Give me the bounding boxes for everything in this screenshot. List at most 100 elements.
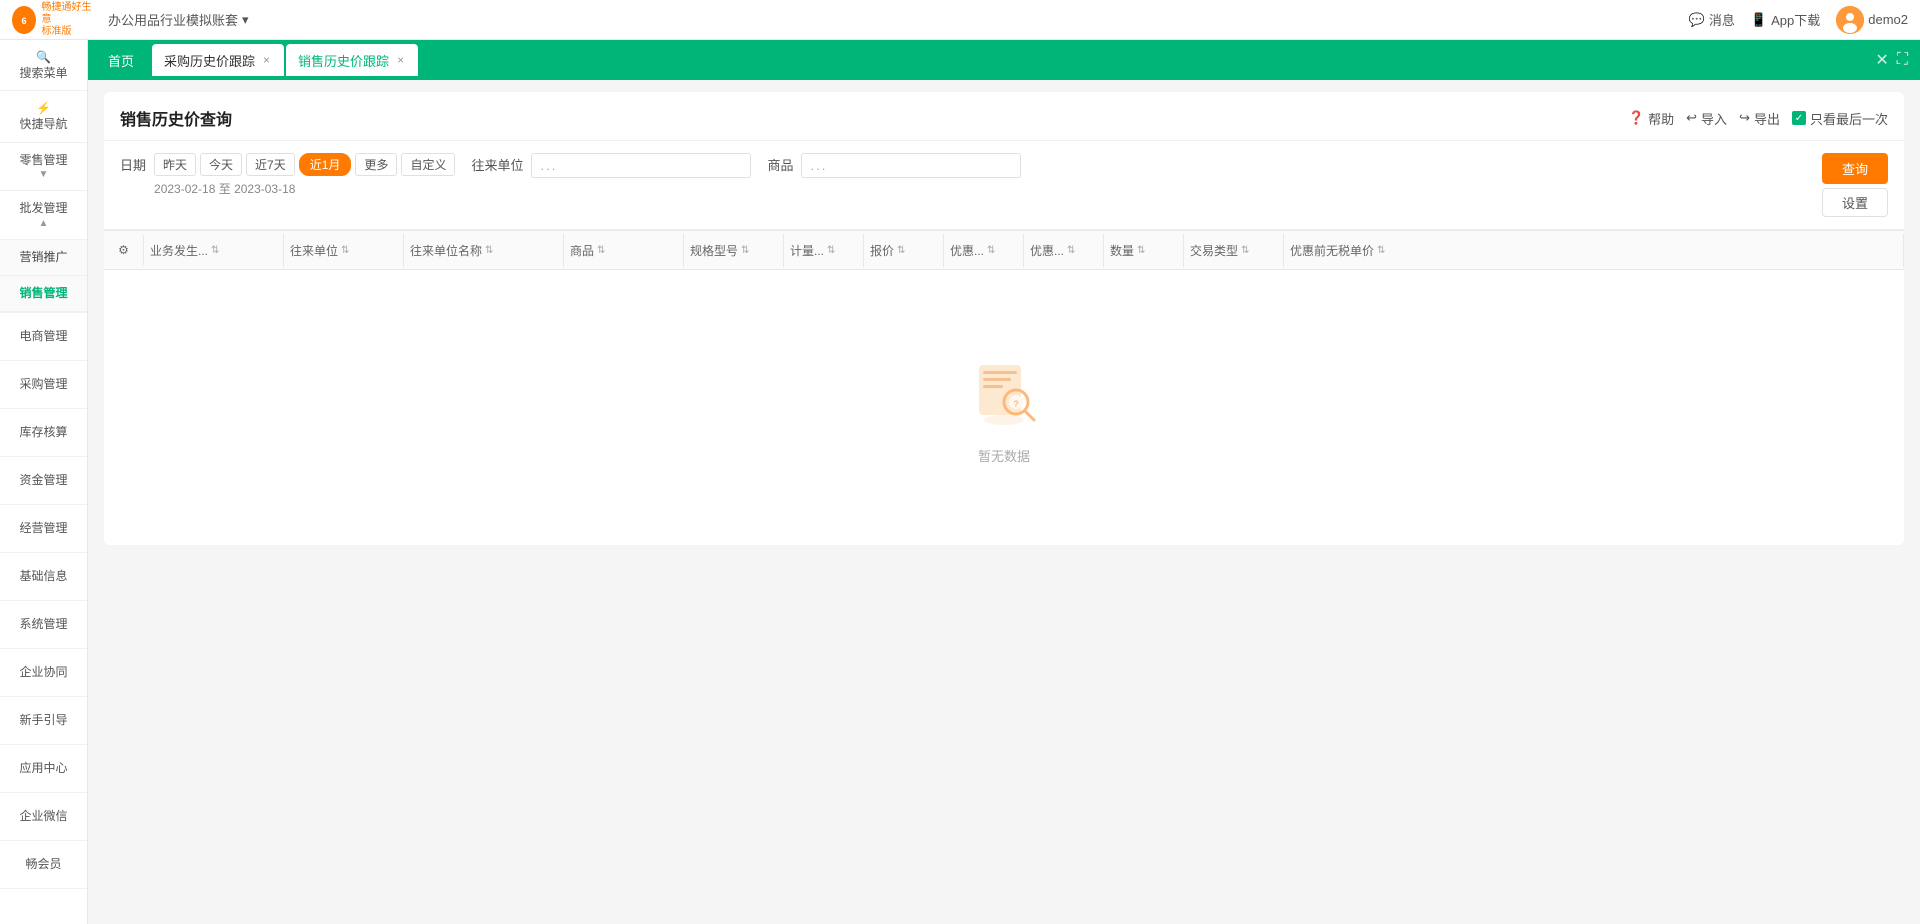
sort-icon-uom: ⇅ — [827, 245, 835, 256]
sidebar-item-finance[interactable]: 资金管理 — [0, 457, 87, 505]
sidebar-item-guide[interactable]: 新手引导 — [0, 697, 87, 745]
th-date[interactable]: 业务发生... ⇅ — [144, 234, 284, 267]
date-btn-custom[interactable]: 自定义 — [401, 153, 455, 176]
sort-icon-notax: ⇅ — [1377, 245, 1385, 256]
sidebar-item-search[interactable]: 🔍 搜索菜单 — [0, 40, 87, 91]
logo-text: 畅捷通好生意 标准版 — [42, 2, 92, 38]
sidebar-item-ecommerce[interactable]: 电商管理 — [0, 313, 87, 361]
tab-close-sales[interactable]: × — [395, 52, 406, 68]
sort-icon-discount1: ⇅ — [987, 245, 995, 256]
tab-home[interactable]: 首页 — [92, 44, 150, 76]
help-action[interactable]: ❓ 帮助 — [1628, 109, 1674, 128]
avatar — [1836, 6, 1864, 34]
main-layout: 🔍 搜索菜单 ⚡ 快捷导航 零售管理 ▼ 批发管理 ▲ 营销推广 销售管理 电商… — [0, 40, 1920, 924]
empty-illustration: ? — [964, 350, 1044, 430]
maximize-btn[interactable]: ⛶ — [1897, 51, 1908, 69]
chevron-down-icon: ▾ — [242, 12, 249, 28]
date-btn-more[interactable]: 更多 — [355, 153, 397, 176]
th-quantity[interactable]: 数量 ⇅ — [1104, 234, 1184, 267]
sidebar-item-retail[interactable]: 零售管理 ▼ — [0, 143, 87, 191]
th-discount1[interactable]: 优惠... ⇅ — [944, 234, 1024, 267]
th-discount2[interactable]: 优惠... ⇅ — [1024, 234, 1104, 267]
message-action[interactable]: 💬 消息 — [1689, 10, 1735, 29]
settings-button[interactable]: 设置 — [1822, 188, 1888, 217]
table-header: ⚙ 业务发生... ⇅ 往来单位 ⇅ 往来单位名称 ⇅ — [104, 230, 1904, 270]
app-download-action[interactable]: 📱 App下载 — [1751, 10, 1820, 29]
message-icon: 💬 — [1689, 12, 1705, 28]
date-buttons: 昨天 今天 近7天 近1月 更多 自定义 — [154, 153, 455, 176]
date-btn-today[interactable]: 今天 — [200, 153, 242, 176]
th-pretax-price[interactable]: 优惠前无税单价 ⇅ — [1284, 234, 1904, 267]
th-unit-code[interactable]: 往来单位 ⇅ — [284, 234, 404, 267]
import-action[interactable]: ↩ 导入 — [1686, 109, 1727, 128]
page-header-actions: ❓ 帮助 ↩ 导入 ↪ 导出 ✓ 只看最后一次 — [1628, 109, 1888, 128]
partner-input[interactable]: ... — [531, 153, 751, 178]
username: demo2 — [1868, 12, 1908, 27]
sort-icon-product: ⇅ — [597, 245, 605, 256]
only-last-checkbox-group[interactable]: ✓ 只看最后一次 — [1792, 109, 1888, 128]
th-gear[interactable]: ⚙ — [104, 235, 144, 265]
query-button[interactable]: 查询 — [1822, 153, 1888, 184]
sort-icon-price: ⇅ — [897, 245, 905, 256]
empty-state: ? 暂无数据 — [104, 270, 1904, 545]
sort-icon-unit-name: ⇅ — [485, 245, 493, 256]
sidebar-item-system[interactable]: 系统管理 — [0, 601, 87, 649]
sidebar-item-app-center[interactable]: 应用中心 — [0, 745, 87, 793]
sort-icon-spec: ⇅ — [741, 245, 749, 256]
sidebar-item-operations[interactable]: 经营管理 — [0, 505, 87, 553]
empty-text: 暂无数据 — [978, 446, 1030, 465]
gear-icon: ⚙ — [118, 243, 129, 257]
th-spec[interactable]: 规格型号 ⇅ — [684, 234, 784, 267]
export-icon: ↪ — [1739, 110, 1750, 126]
close-tab-btn[interactable]: ✕ — [1875, 50, 1888, 70]
partner-filter-group: 往来单位 ... — [471, 153, 751, 178]
th-uom[interactable]: 计量... ⇅ — [784, 234, 864, 267]
product-label: 商品 — [767, 153, 793, 174]
svg-text:?: ? — [1013, 399, 1019, 409]
sidebar-item-wholesale[interactable]: 批发管理 ▲ — [0, 191, 87, 239]
product-dots: ... — [810, 158, 827, 173]
filter-area: 日期 昨天 今天 近7天 近1月 更多 自定义 2023-02-18 至 202… — [104, 141, 1904, 230]
tab-purchase-history[interactable]: 采购历史价跟踪 × — [152, 44, 284, 76]
page-header: 销售历史价查询 ❓ 帮助 ↩ 导入 ↪ 导出 — [104, 92, 1904, 141]
tab-bar: 首页 采购历史价跟踪 × 销售历史价跟踪 × ✕ ⛶ — [88, 40, 1920, 80]
sort-icon-discount2: ⇅ — [1067, 245, 1075, 256]
workspace-selector[interactable]: 办公用品行业模拟账套 ▾ — [100, 6, 257, 33]
sort-icon-qty: ⇅ — [1137, 245, 1145, 256]
date-range: 2023-02-18 至 2023-03-18 — [154, 180, 455, 197]
date-btn-yesterday[interactable]: 昨天 — [154, 153, 196, 176]
date-btn-1month[interactable]: 近1月 — [299, 153, 352, 176]
sidebar-item-inventory[interactable]: 库存核算 — [0, 409, 87, 457]
tab-close-purchase[interactable]: × — [261, 52, 272, 68]
th-trade-type[interactable]: 交易类型 ⇅ — [1184, 234, 1284, 267]
sidebar-item-purchase[interactable]: 采购管理 — [0, 361, 87, 409]
product-input[interactable]: ... — [801, 153, 1021, 178]
user-profile[interactable]: demo2 — [1836, 6, 1908, 34]
page-card: 销售历史价查询 ❓ 帮助 ↩ 导入 ↪ 导出 — [104, 92, 1904, 545]
sidebar-item-cooperation[interactable]: 企业协同 — [0, 649, 87, 697]
partner-dots: ... — [540, 158, 557, 173]
top-header: 6 畅捷通好生意 标准版 办公用品行业模拟账套 ▾ 💬 消息 📱 App下载 — [0, 0, 1920, 40]
header-left: 6 畅捷通好生意 标准版 办公用品行业模拟账套 ▾ — [12, 2, 257, 38]
th-price[interactable]: 报价 ⇅ — [864, 234, 944, 267]
sidebar-item-sales-mgmt[interactable]: 销售管理 — [0, 276, 87, 312]
content-area: 首页 采购历史价跟踪 × 销售历史价跟踪 × ✕ ⛶ 销售历史价查询 — [88, 40, 1920, 924]
sidebar-item-basic-info[interactable]: 基础信息 — [0, 553, 87, 601]
sidebar-item-member[interactable]: 畅会员 — [0, 841, 87, 889]
sort-icon-trade: ⇅ — [1241, 245, 1249, 256]
sidebar-item-quick-nav[interactable]: ⚡ 快捷导航 — [0, 91, 87, 142]
chevron-up-icon: ▲ — [39, 218, 49, 229]
phone-icon: 📱 — [1751, 12, 1767, 28]
sidebar: 🔍 搜索菜单 ⚡ 快捷导航 零售管理 ▼ 批发管理 ▲ 营销推广 销售管理 电商… — [0, 40, 88, 924]
sidebar-item-wechat[interactable]: 企业微信 — [0, 793, 87, 841]
export-action[interactable]: ↪ 导出 — [1739, 109, 1780, 128]
th-unit-name[interactable]: 往来单位名称 ⇅ — [404, 234, 564, 267]
sidebar-item-marketing[interactable]: 营销推广 — [0, 240, 87, 276]
import-icon: ↩ — [1686, 110, 1697, 126]
chevron-down-icon: ▼ — [39, 169, 49, 180]
th-product[interactable]: 商品 ⇅ — [564, 234, 684, 267]
workspace-name: 办公用品行业模拟账套 — [108, 10, 238, 29]
date-options: 昨天 今天 近7天 近1月 更多 自定义 2023-02-18 至 2023-0… — [154, 153, 455, 197]
date-btn-7days[interactable]: 近7天 — [246, 153, 295, 176]
tab-sales-history[interactable]: 销售历史价跟踪 × — [286, 44, 418, 76]
